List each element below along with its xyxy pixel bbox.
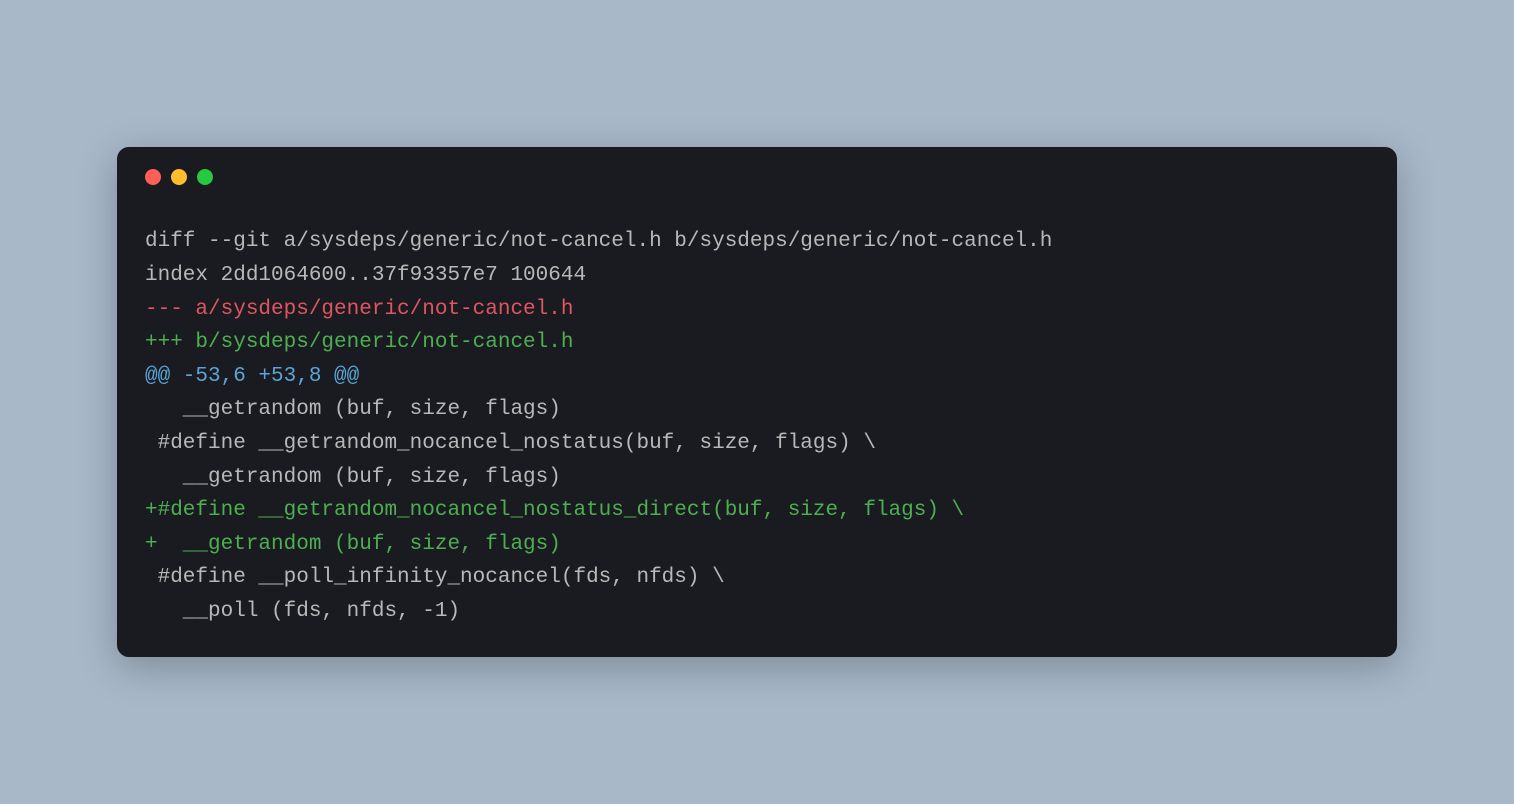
diff-line: diff --git a/sysdeps/generic/not-cancel.… (145, 230, 1052, 253)
diff-code-content: diff --git a/sysdeps/generic/not-cancel.… (145, 225, 1369, 628)
diff-line: +++ b/sysdeps/generic/not-cancel.h (145, 331, 573, 354)
diff-line: +#define __getrandom_nocancel_nostatus_d… (145, 499, 964, 522)
terminal-window: diff --git a/sysdeps/generic/not-cancel.… (117, 147, 1397, 656)
diff-line: index 2dd1064600..37f93357e7 100644 (145, 264, 586, 287)
diff-line: #define __getrandom_nocancel_nostatus(bu… (145, 432, 876, 455)
diff-line: __poll (fds, nfds, -1) (145, 600, 460, 623)
diff-line: + __getrandom (buf, size, flags) (145, 533, 561, 556)
maximize-icon[interactable] (197, 169, 213, 185)
title-bar (145, 169, 1369, 185)
diff-line: @@ -53,6 +53,8 @@ (145, 365, 359, 388)
minimize-icon[interactable] (171, 169, 187, 185)
diff-line: #define __poll_infinity_nocancel(fds, nf… (145, 566, 725, 589)
diff-line: --- a/sysdeps/generic/not-cancel.h (145, 298, 573, 321)
diff-line: __getrandom (buf, size, flags) (145, 466, 561, 489)
diff-line: __getrandom (buf, size, flags) (145, 398, 561, 421)
close-icon[interactable] (145, 169, 161, 185)
